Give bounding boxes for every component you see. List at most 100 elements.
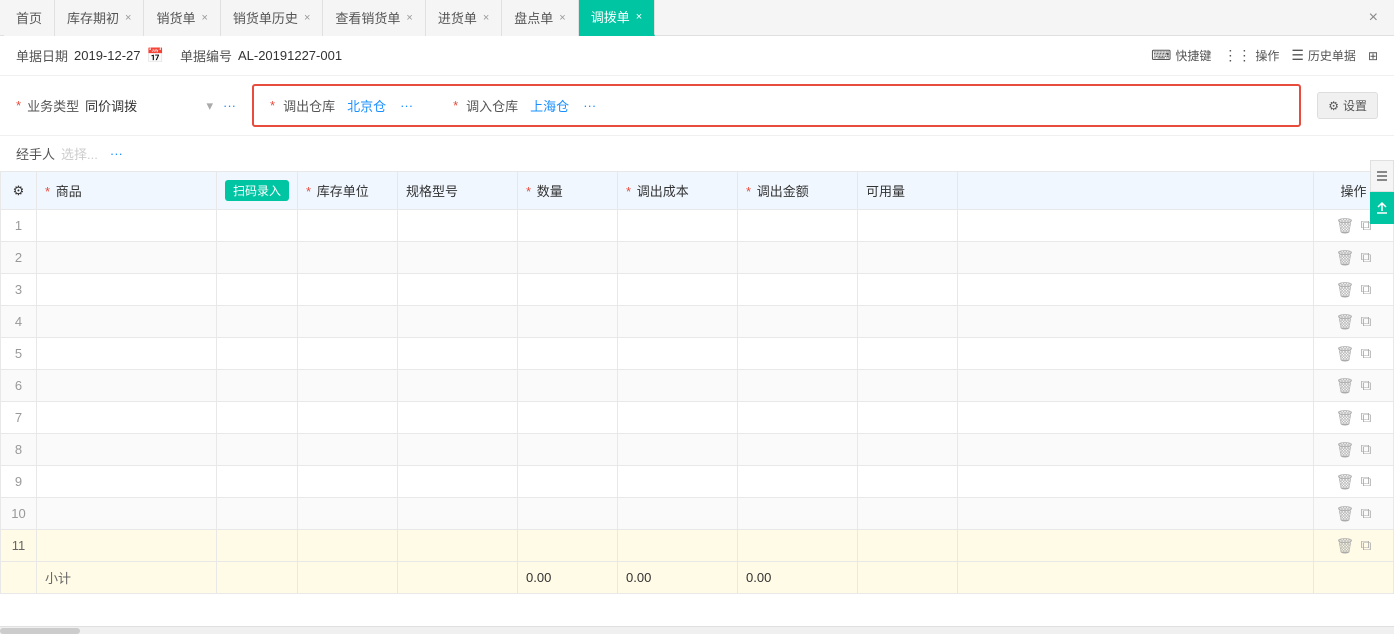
spec-cell[interactable] <box>398 274 518 306</box>
in-warehouse-value[interactable]: 上海仓 <box>530 96 569 115</box>
cost-cell[interactable] <box>618 338 738 370</box>
qty-cell[interactable] <box>518 338 618 370</box>
copy-icon[interactable]: ⧉ <box>1361 249 1372 266</box>
cost-cell[interactable] <box>618 370 738 402</box>
out-warehouse-value[interactable]: 北京仓 <box>347 96 386 115</box>
amount-cell[interactable] <box>738 402 858 434</box>
amount-cell[interactable] <box>738 370 858 402</box>
copy-icon[interactable]: ⧉ <box>1361 281 1372 298</box>
cost-cell[interactable] <box>618 434 738 466</box>
cost-cell[interactable] <box>618 498 738 530</box>
copy-icon[interactable]: ⧉ <box>1361 441 1372 458</box>
qty-cell[interactable] <box>518 370 618 402</box>
spec-cell[interactable] <box>398 306 518 338</box>
amount-cell[interactable] <box>738 498 858 530</box>
cost-cell[interactable] <box>618 530 738 562</box>
close-icon[interactable]: × <box>201 12 207 24</box>
close-icon[interactable]: × <box>304 12 310 24</box>
amount-cell[interactable] <box>738 434 858 466</box>
tab-home[interactable]: 首页 <box>4 0 55 36</box>
cost-cell[interactable] <box>618 242 738 274</box>
spec-cell[interactable] <box>398 498 518 530</box>
close-icon[interactable]: × <box>636 11 642 23</box>
spec-cell[interactable] <box>398 370 518 402</box>
qty-cell[interactable] <box>518 274 618 306</box>
side-list-icon[interactable] <box>1370 160 1394 192</box>
qty-cell[interactable] <box>518 306 618 338</box>
spec-cell[interactable] <box>398 242 518 274</box>
unit-cell[interactable] <box>298 434 398 466</box>
tab-transfer[interactable]: 调拨单 × <box>579 0 655 36</box>
unit-cell[interactable] <box>298 338 398 370</box>
unit-cell[interactable] <box>298 530 398 562</box>
close-icon[interactable]: × <box>125 12 131 24</box>
close-icon[interactable]: × <box>483 12 489 24</box>
qty-cell[interactable] <box>518 402 618 434</box>
tab-view-sales[interactable]: 查看销货单 × <box>323 0 425 36</box>
copy-icon[interactable]: ⧉ <box>1361 537 1372 554</box>
unit-cell[interactable] <box>298 498 398 530</box>
dots-icon[interactable]: ··· <box>223 98 236 113</box>
tab-inventory-count[interactable]: 盘点单 × <box>502 0 578 36</box>
copy-icon[interactable]: ⧉ <box>1361 409 1372 426</box>
spec-cell[interactable] <box>398 466 518 498</box>
unit-cell[interactable] <box>298 274 398 306</box>
window-close-button[interactable]: × <box>1357 0 1390 36</box>
history-button[interactable]: ☰ 历史单据 <box>1291 47 1356 64</box>
person-dots-icon[interactable]: ··· <box>110 146 123 161</box>
unit-cell[interactable] <box>298 306 398 338</box>
person-placeholder[interactable]: 选择... <box>61 144 98 163</box>
delete-icon[interactable]: 🗑 <box>1336 345 1355 363</box>
cost-cell[interactable] <box>618 274 738 306</box>
product-cell[interactable] <box>37 338 217 370</box>
delete-icon[interactable]: 🗑 <box>1336 217 1355 235</box>
col-settings[interactable]: ⚙ <box>1 172 37 210</box>
amount-cell[interactable] <box>738 306 858 338</box>
close-icon[interactable]: × <box>559 12 565 24</box>
amount-cell[interactable] <box>738 242 858 274</box>
spec-cell[interactable] <box>398 210 518 242</box>
in-warehouse-dots[interactable]: ··· <box>583 98 596 113</box>
spec-cell[interactable] <box>398 434 518 466</box>
copy-icon[interactable]: ⧉ <box>1361 345 1372 362</box>
qty-cell[interactable] <box>518 434 618 466</box>
tab-sales-history[interactable]: 销货单历史 × <box>221 0 323 36</box>
qty-cell[interactable] <box>518 530 618 562</box>
spec-cell[interactable] <box>398 402 518 434</box>
unit-cell[interactable] <box>298 242 398 274</box>
cost-cell[interactable] <box>618 306 738 338</box>
tab-purchase[interactable]: 进货单 × <box>426 0 502 36</box>
operations-button[interactable]: ⋮⋮ 操作 <box>1223 47 1279 64</box>
delete-icon[interactable]: 🗑 <box>1336 537 1355 555</box>
calendar-icon[interactable]: 📅 <box>147 47 164 64</box>
horizontal-scrollbar[interactable] <box>0 626 1394 634</box>
settings-button[interactable]: ⚙ 设置 <box>1317 92 1378 119</box>
delete-icon[interactable]: 🗑 <box>1336 313 1355 331</box>
qty-cell[interactable] <box>518 466 618 498</box>
unit-cell[interactable] <box>298 210 398 242</box>
shortcuts-button[interactable]: ⌨ 快捷键 <box>1151 47 1211 64</box>
business-type-value[interactable]: 同价调拨 <box>85 96 200 115</box>
product-cell[interactable] <box>37 370 217 402</box>
date-value[interactable]: 2019-12-27 <box>74 48 141 63</box>
scrollbar-thumb[interactable] <box>0 628 80 634</box>
qty-cell[interactable] <box>518 242 618 274</box>
spec-cell[interactable] <box>398 530 518 562</box>
amount-cell[interactable] <box>738 338 858 370</box>
delete-icon[interactable]: 🗑 <box>1336 249 1355 267</box>
product-cell[interactable] <box>37 402 217 434</box>
product-cell[interactable] <box>37 210 217 242</box>
qty-cell[interactable] <box>518 210 618 242</box>
product-cell[interactable] <box>37 530 217 562</box>
copy-icon[interactable]: ⧉ <box>1361 505 1372 522</box>
product-cell[interactable] <box>37 434 217 466</box>
unit-cell[interactable] <box>298 402 398 434</box>
amount-cell[interactable] <box>738 466 858 498</box>
product-cell[interactable] <box>37 306 217 338</box>
out-warehouse-dots[interactable]: ··· <box>400 98 413 113</box>
amount-cell[interactable] <box>738 530 858 562</box>
delete-icon[interactable]: 🗑 <box>1336 505 1355 523</box>
copy-icon[interactable]: ⧉ <box>1361 473 1372 490</box>
product-cell[interactable] <box>37 274 217 306</box>
close-icon[interactable]: × <box>406 12 412 24</box>
